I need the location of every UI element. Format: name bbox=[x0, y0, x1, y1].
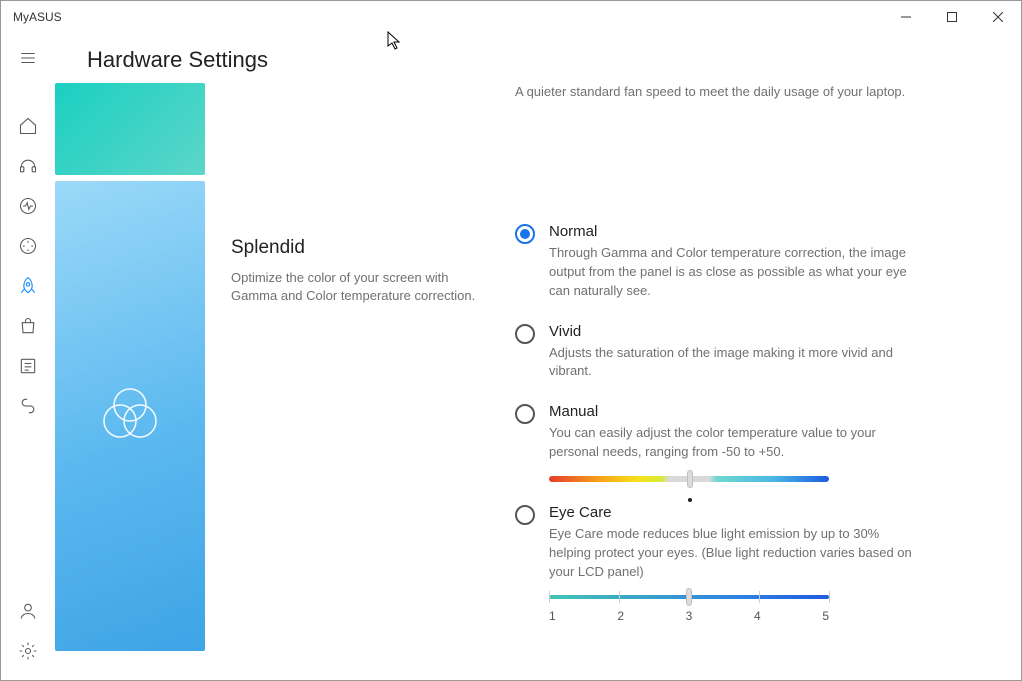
sidebar-item-settings[interactable] bbox=[8, 632, 48, 670]
home-icon bbox=[18, 116, 38, 136]
manual-color-slider[interactable] bbox=[549, 476, 829, 482]
app-title: MyASUS bbox=[13, 10, 62, 24]
article-icon bbox=[18, 356, 38, 376]
maximize-button[interactable] bbox=[929, 1, 975, 33]
section-fan-residual: – A quieter standard fan speed to meet t… bbox=[55, 83, 1003, 175]
collapse-icon[interactable]: – bbox=[501, 83, 509, 89]
option-manual-label: Manual bbox=[549, 403, 925, 420]
splendid-options: Normal Through Gamma and Color temperatu… bbox=[505, 181, 925, 651]
fan-standard-desc: – A quieter standard fan speed to meet t… bbox=[515, 83, 925, 102]
option-normal[interactable]: Normal Through Gamma and Color temperatu… bbox=[515, 223, 925, 301]
close-button[interactable] bbox=[975, 1, 1021, 33]
main: Hardware Settings – A quieter standard f… bbox=[55, 33, 1021, 680]
splendid-tile bbox=[55, 181, 205, 651]
radio-eyecare[interactable] bbox=[515, 505, 535, 525]
radio-normal[interactable] bbox=[515, 224, 535, 244]
option-normal-label: Normal bbox=[549, 223, 925, 240]
page-title: Hardware Settings bbox=[55, 33, 1021, 83]
link-icon bbox=[18, 396, 38, 416]
fan-tile bbox=[55, 83, 205, 175]
fan-options: – A quieter standard fan speed to meet t… bbox=[505, 83, 925, 175]
option-normal-desc: Through Gamma and Color temperature corr… bbox=[549, 244, 925, 301]
sidebar-item-hardware[interactable] bbox=[8, 267, 48, 305]
option-vivid-desc: Adjusts the saturation of the image maki… bbox=[549, 344, 925, 382]
content[interactable]: – A quieter standard fan speed to meet t… bbox=[55, 83, 1021, 680]
sidebar-item-diagnostics[interactable] bbox=[8, 187, 48, 225]
menu-icon bbox=[19, 49, 37, 67]
app-window: MyASUS bbox=[0, 0, 1022, 681]
option-eyecare-label: Eye Care bbox=[549, 504, 925, 521]
maximize-icon bbox=[947, 12, 957, 22]
sidebar bbox=[1, 33, 55, 680]
manual-slider-marker bbox=[688, 498, 692, 502]
bag-icon bbox=[18, 316, 38, 336]
splendid-desc-col: Splendid Optimize the color of your scre… bbox=[205, 181, 505, 651]
option-eyecare-desc: Eye Care mode reduces blue light emissio… bbox=[549, 525, 925, 582]
eyecare-slider[interactable] bbox=[549, 595, 829, 599]
radio-vivid[interactable] bbox=[515, 324, 535, 344]
sidebar-item-store[interactable] bbox=[8, 307, 48, 345]
gear-icon bbox=[18, 641, 38, 661]
splendid-desc: Optimize the color of your screen with G… bbox=[231, 269, 483, 305]
eyecare-slider-labels: 1 2 3 4 5 bbox=[549, 609, 829, 623]
titlebar: MyASUS bbox=[1, 1, 1021, 33]
window-controls bbox=[883, 1, 1021, 33]
section-splendid: Splendid Optimize the color of your scre… bbox=[55, 181, 1003, 651]
option-vivid[interactable]: Vivid Adjusts the saturation of the imag… bbox=[515, 323, 925, 382]
fan-desc bbox=[205, 83, 505, 175]
minimize-icon bbox=[901, 12, 911, 22]
gauge-icon bbox=[18, 236, 38, 256]
headset-icon bbox=[18, 156, 38, 176]
app-body: Hardware Settings – A quieter standard f… bbox=[1, 33, 1021, 680]
sidebar-item-home[interactable] bbox=[8, 107, 48, 145]
rocket-icon bbox=[18, 276, 38, 296]
sidebar-item-update[interactable] bbox=[8, 227, 48, 265]
close-icon bbox=[993, 12, 1003, 22]
user-icon bbox=[18, 601, 38, 621]
sidebar-item-menu[interactable] bbox=[8, 37, 48, 79]
color-icon bbox=[97, 381, 163, 452]
sidebar-item-support[interactable] bbox=[8, 147, 48, 185]
sidebar-item-link[interactable] bbox=[8, 387, 48, 425]
manual-slider-thumb[interactable] bbox=[687, 470, 693, 488]
option-manual[interactable]: Manual You can easily adjust the color t… bbox=[515, 403, 925, 482]
sidebar-item-news[interactable] bbox=[8, 347, 48, 385]
radio-manual[interactable] bbox=[515, 404, 535, 424]
option-eyecare[interactable]: Eye Care Eye Care mode reduces blue ligh… bbox=[515, 504, 925, 624]
heartbeat-icon bbox=[18, 196, 38, 216]
sidebar-item-account[interactable] bbox=[8, 592, 48, 630]
eyecare-slider-thumb[interactable] bbox=[686, 588, 692, 606]
minimize-button[interactable] bbox=[883, 1, 929, 33]
splendid-title: Splendid bbox=[231, 237, 483, 259]
option-vivid-label: Vivid bbox=[549, 323, 925, 340]
option-manual-desc: You can easily adjust the color temperat… bbox=[549, 424, 925, 462]
